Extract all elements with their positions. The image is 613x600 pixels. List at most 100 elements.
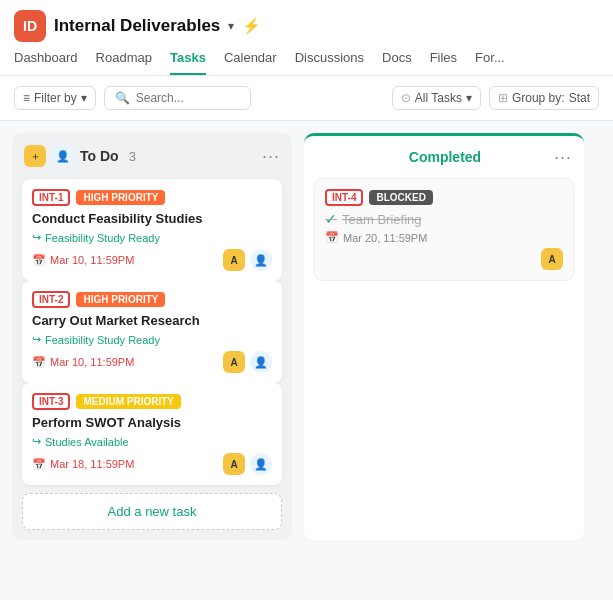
priority-badge: MEDIUM PRIORITY	[76, 394, 181, 409]
completed-task-card: INT-4 BLOCKED ✓ Team Briefing 📅 Mar 20, …	[314, 178, 574, 281]
nav-tabs: Dashboard Roadmap Tasks Calendar Discussions…	[14, 50, 599, 75]
dependency-label: Feasibility Study Ready	[45, 232, 160, 244]
column-gap	[292, 133, 304, 540]
all-tasks-chevron-icon: ▾	[466, 91, 472, 105]
dependency-label: Studies Available	[45, 436, 129, 448]
search-input[interactable]	[136, 91, 240, 105]
completed-date-label: Mar 20, 11:59PM	[343, 232, 427, 244]
header-top: ID Internal Deliverables ▾ ⚡	[14, 10, 599, 42]
dependency-label: Feasibility Study Ready	[45, 334, 160, 346]
completed-column: Completed ··· INT-4 BLOCKED ✓ Team Brief…	[304, 133, 584, 540]
circle-check-icon: ⊙	[401, 91, 411, 105]
priority-badge: HIGH PRIORITY	[76, 292, 165, 307]
search-icon: 🔍	[115, 91, 130, 105]
date-label: Mar 18, 11:59PM	[50, 458, 134, 470]
task-date: 📅 Mar 18, 11:59PM	[32, 458, 134, 471]
filter-label: Filter by	[34, 91, 77, 105]
todo-cards-container: INT-1 HIGH PRIORITY Conduct Feasibility …	[22, 179, 282, 485]
filter-chevron-icon: ▾	[81, 91, 87, 105]
task-dependency: ↪ Studies Available	[32, 435, 272, 448]
toolbar: ≡ Filter by ▾ 🔍 ⊙ All Tasks ▾ ⊞ Group by…	[0, 76, 613, 121]
task-card-top: INT-3 MEDIUM PRIORITY	[32, 393, 272, 410]
task-date: 📅 Mar 10, 11:59PM	[32, 356, 134, 369]
calendar-icon: 📅	[32, 356, 46, 369]
completed-column-header: Completed ···	[314, 146, 574, 170]
task-footer: 📅 Mar 10, 11:59PM A 👤	[32, 249, 272, 271]
task-id-badge: INT-3	[32, 393, 70, 410]
app-logo: ID	[14, 10, 46, 42]
date-label: Mar 10, 11:59PM	[50, 356, 134, 368]
nav-tab-forms[interactable]: For...	[475, 50, 505, 75]
task-date: 📅 Mar 10, 11:59PM	[32, 254, 134, 267]
task-card: INT-3 MEDIUM PRIORITY Perform SWOT Analy…	[22, 383, 282, 485]
todo-column-title: To Do	[80, 148, 119, 164]
calendar-icon: 📅	[32, 254, 46, 267]
completed-dots-button[interactable]: ···	[554, 148, 572, 166]
group-label: Group by:	[512, 91, 565, 105]
blocked-badge: BLOCKED	[369, 190, 432, 205]
priority-badge: HIGH PRIORITY	[76, 190, 165, 205]
task-card-top: INT-2 HIGH PRIORITY	[32, 291, 272, 308]
completed-calendar-icon: 📅	[325, 231, 339, 244]
todo-column: ＋ 👤 To Do 3 ··· INT-1 HIGH PRIORITY Cond…	[12, 133, 292, 540]
todo-column-header: ＋ 👤 To Do 3 ···	[22, 143, 282, 171]
completed-title-label: Team Briefing	[342, 212, 421, 227]
lightning-icon: ⚡	[242, 17, 261, 35]
completed-cards-container: INT-4 BLOCKED ✓ Team Briefing 📅 Mar 20, …	[314, 178, 574, 281]
task-title: Perform SWOT Analysis	[32, 415, 272, 430]
task-avatar: A	[223, 453, 245, 475]
task-avatar: A	[223, 351, 245, 373]
completed-column-title: Completed	[336, 149, 554, 165]
search-box: 🔍	[104, 86, 251, 110]
completed-footer: A	[325, 248, 563, 270]
task-dependency: ↪ Feasibility Study Ready	[32, 333, 272, 346]
nav-tab-docs[interactable]: Docs	[382, 50, 412, 75]
nav-tab-tasks[interactable]: Tasks	[170, 50, 206, 75]
date-label: Mar 10, 11:59PM	[50, 254, 134, 266]
all-tasks-label: All Tasks	[415, 91, 462, 105]
group-value: Stat	[569, 91, 590, 105]
nav-tab-roadmap[interactable]: Roadmap	[96, 50, 152, 75]
task-footer: 📅 Mar 10, 11:59PM A 👤	[32, 351, 272, 373]
nav-tab-dashboard[interactable]: Dashboard	[14, 50, 78, 75]
task-card: INT-1 HIGH PRIORITY Conduct Feasibility …	[22, 179, 282, 281]
task-card: INT-2 HIGH PRIORITY Carry Out Market Res…	[22, 281, 282, 383]
dependency-arrow-icon: ↪	[32, 435, 41, 448]
task-title: Conduct Feasibility Studies	[32, 211, 272, 226]
task-footer: 📅 Mar 18, 11:59PM A 👤	[32, 453, 272, 475]
nav-tab-files[interactable]: Files	[430, 50, 457, 75]
task-id-badge: INT-2	[32, 291, 70, 308]
todo-column-count: 3	[129, 149, 136, 164]
task-user-icon: 👤	[250, 249, 272, 271]
todo-dots-button[interactable]: ···	[262, 147, 280, 165]
task-card-top: INT-1 HIGH PRIORITY	[32, 189, 272, 206]
nav-tab-discussions[interactable]: Discussions	[295, 50, 364, 75]
task-id-badge: INT-1	[32, 189, 70, 206]
calendar-icon: 📅	[32, 458, 46, 471]
add-task-button[interactable]: Add a new task	[22, 493, 282, 530]
completed-date: 📅 Mar 20, 11:59PM	[325, 231, 563, 244]
group-by-button[interactable]: ⊞ Group by: Stat	[489, 86, 599, 110]
nav-tab-calendar[interactable]: Calendar	[224, 50, 277, 75]
filter-icon: ≡	[23, 91, 30, 105]
main-content: ＋ 👤 To Do 3 ··· INT-1 HIGH PRIORITY Cond…	[0, 121, 613, 552]
dependency-arrow-icon: ↪	[32, 231, 41, 244]
all-tasks-button[interactable]: ⊙ All Tasks ▾	[392, 86, 481, 110]
todo-user-icon[interactable]: 👤	[52, 145, 74, 167]
task-dependency: ↪ Feasibility Study Ready	[32, 231, 272, 244]
task-user-icon: 👤	[250, 453, 272, 475]
chevron-icon: ▾	[228, 19, 234, 33]
todo-add-icon[interactable]: ＋	[24, 145, 46, 167]
header: ID Internal Deliverables ▾ ⚡ Dashboard Ro…	[0, 0, 613, 76]
task-title: Carry Out Market Research	[32, 313, 272, 328]
completed-task-name: ✓ Team Briefing	[325, 211, 563, 227]
layers-icon: ⊞	[498, 91, 508, 105]
completed-card-top: INT-4 BLOCKED	[325, 189, 563, 206]
project-title: Internal Deliverables	[54, 16, 220, 36]
completed-avatar: A	[541, 248, 563, 270]
task-user-icon: 👤	[250, 351, 272, 373]
task-avatar: A	[223, 249, 245, 271]
dependency-arrow-icon: ↪	[32, 333, 41, 346]
check-icon: ✓	[325, 211, 337, 227]
filter-button[interactable]: ≡ Filter by ▾	[14, 86, 96, 110]
